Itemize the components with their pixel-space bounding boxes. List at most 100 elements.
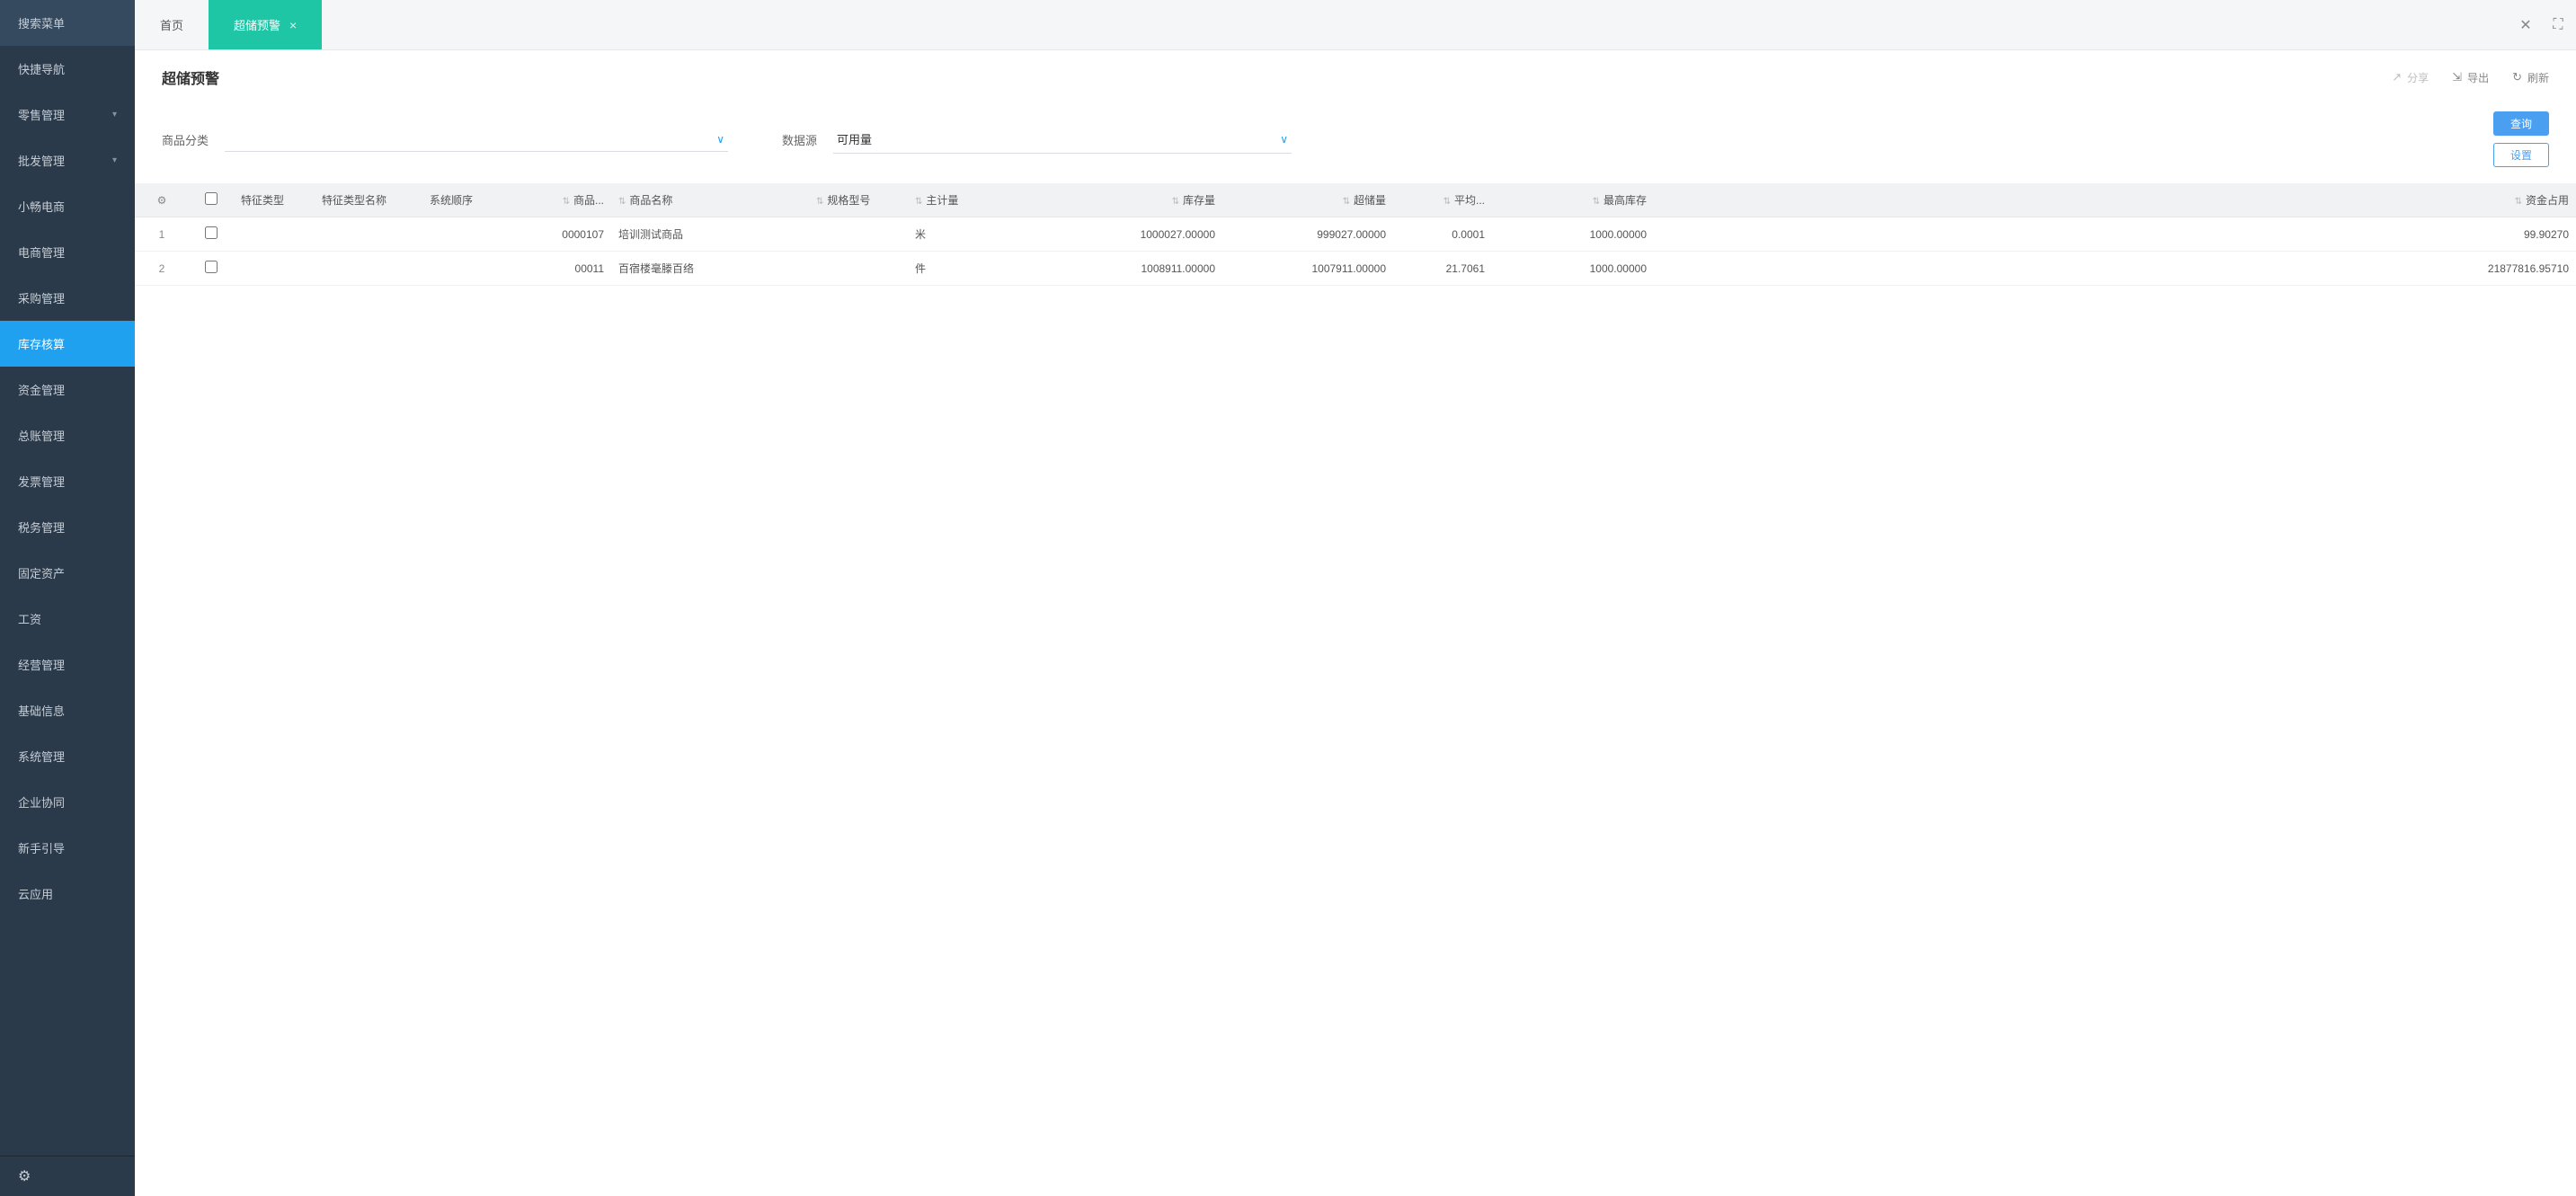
- cell-max: 1000.00000: [1492, 252, 1654, 286]
- sidebar-item-12[interactable]: 固定资产: [0, 550, 135, 596]
- tab-label: 超储预警: [234, 16, 280, 33]
- sidebar-item-17[interactable]: 企业协同: [0, 779, 135, 825]
- cell-over: 1007911.00000: [1222, 252, 1393, 286]
- table-settings-header[interactable]: ⚙: [135, 183, 189, 217]
- sidebar-item-18[interactable]: 新手引导: [0, 825, 135, 871]
- close-icon[interactable]: ×: [289, 18, 297, 32]
- col-sys-order[interactable]: 系统顺序: [422, 183, 512, 217]
- share-label: 分享: [2407, 70, 2429, 85]
- cell-code: 00011: [512, 252, 611, 286]
- sidebar-item-14[interactable]: 经营管理: [0, 642, 135, 687]
- row-checkbox[interactable]: [205, 226, 218, 239]
- gear-icon[interactable]: ⚙: [18, 1169, 31, 1184]
- sidebar-item-label: 税务管理: [18, 518, 65, 536]
- table-row: 200011百宿楼毫滕百络件1008911.000001007911.00000…: [135, 252, 2576, 286]
- sidebar-item-7[interactable]: 库存核算: [0, 321, 135, 367]
- col-unit[interactable]: 主计量: [908, 183, 1052, 217]
- col-over[interactable]: 超储量: [1222, 183, 1393, 217]
- export-action[interactable]: ⇲ 导出: [2452, 70, 2489, 85]
- sidebar-item-15[interactable]: 基础信息: [0, 687, 135, 733]
- sidebar-item-label: 工资: [18, 610, 41, 627]
- sidebar-item-16[interactable]: 系统管理: [0, 733, 135, 779]
- cell-capital: 21877816.95710: [1654, 252, 2576, 286]
- sidebar-item-1[interactable]: 快捷导航: [0, 46, 135, 92]
- source-value: 可用量: [837, 130, 872, 147]
- sidebar-item-9[interactable]: 总账管理: [0, 412, 135, 458]
- sidebar-item-label: 总账管理: [18, 427, 65, 444]
- col-max[interactable]: 最高库存: [1492, 183, 1654, 217]
- cell-trait-type: [234, 252, 315, 286]
- sidebar-item-label: 零售管理: [18, 106, 65, 123]
- sidebar-item-label: 采购管理: [18, 289, 65, 306]
- cell-code: 0000107: [512, 217, 611, 252]
- col-spec[interactable]: 规格型号: [809, 183, 908, 217]
- cell-spec: [809, 252, 908, 286]
- cell-stock: 1008911.00000: [1052, 252, 1222, 286]
- tab-0[interactable]: 首页: [135, 0, 209, 49]
- sidebar-item-13[interactable]: 工资: [0, 596, 135, 642]
- cell-capital: 99.90270: [1654, 217, 2576, 252]
- category-select[interactable]: ∨: [225, 128, 728, 152]
- col-trait-type[interactable]: 特征类型: [234, 183, 315, 217]
- sidebar-item-label: 资金管理: [18, 381, 65, 398]
- sidebar-footer: ⚙: [0, 1156, 135, 1196]
- tab-1[interactable]: 超储预警 ×: [209, 0, 322, 49]
- col-avg[interactable]: 平均...: [1393, 183, 1492, 217]
- sidebar-item-2[interactable]: 零售管理▾: [0, 92, 135, 137]
- settings-button[interactable]: 设置: [2493, 143, 2549, 167]
- expand-icon[interactable]: ⛶: [2542, 9, 2574, 41]
- chevron-down-icon: ∨: [716, 133, 724, 146]
- cell-trait-type: [234, 217, 315, 252]
- refresh-label: 刷新: [2527, 70, 2549, 85]
- cell-max: 1000.00000: [1492, 217, 1654, 252]
- sidebar-item-label: 快捷导航: [18, 60, 65, 77]
- row-checkbox[interactable]: [205, 261, 218, 273]
- sidebar-item-label: 经营管理: [18, 656, 65, 673]
- select-all-header[interactable]: [189, 183, 234, 217]
- sidebar-item-3[interactable]: 批发管理 ▾: [0, 137, 135, 183]
- sidebar-item-label: 小畅电商: [18, 198, 65, 215]
- data-table: ⚙ 特征类型 特征类型名称 系统顺序 商品... 商品名称 规格型号 主计量 库…: [135, 183, 2576, 286]
- cell-stock: 1000027.00000: [1052, 217, 1222, 252]
- tab-label: 首页: [160, 16, 183, 33]
- sidebar-item-10[interactable]: 发票管理: [0, 458, 135, 504]
- table-wrapper: ⚙ 特征类型 特征类型名称 系统顺序 商品... 商品名称 规格型号 主计量 库…: [135, 183, 2576, 1196]
- cell-sys-order: [422, 252, 512, 286]
- sidebar-item-11[interactable]: 税务管理: [0, 504, 135, 550]
- caret-down-icon: ▾: [112, 155, 117, 165]
- sidebar-item-19[interactable]: 云应用: [0, 871, 135, 917]
- cell-unit: 件: [908, 252, 1052, 286]
- sidebar-item-0[interactable]: 搜索菜单: [0, 0, 135, 46]
- col-name[interactable]: 商品名称: [611, 183, 809, 217]
- sidebar: 搜索菜单快捷导航零售管理▾ 批发管理 ▾ 小畅电商电商管理采购管理库存核算资金管理总账…: [0, 0, 135, 1196]
- cell-unit: 米: [908, 217, 1052, 252]
- table-row: 10000107培训测试商品米1000027.00000999027.00000…: [135, 217, 2576, 252]
- category-filter-label: 商品分类: [162, 131, 209, 148]
- export-label: 导出: [2467, 70, 2489, 85]
- sidebar-item-8[interactable]: 资金管理: [0, 367, 135, 412]
- sidebar-item-4[interactable]: 小畅电商: [0, 183, 135, 229]
- refresh-action[interactable]: ↻ 刷新: [2512, 70, 2549, 85]
- row-index: 2: [135, 252, 189, 286]
- content-header: 超储预警 ↗ 分享 ⇲ 导出 ↻ 刷新: [135, 50, 2576, 104]
- col-trait-name[interactable]: 特征类型名称: [315, 183, 422, 217]
- sidebar-item-6[interactable]: 采购管理: [0, 275, 135, 321]
- sidebar-item-label: 批发管理: [18, 152, 65, 169]
- source-filter-label: 数据源: [782, 131, 817, 148]
- col-capital[interactable]: 资金占用: [1654, 183, 2576, 217]
- close-all-tabs-icon[interactable]: ✕: [2509, 9, 2542, 41]
- col-stock[interactable]: 库存量: [1052, 183, 1222, 217]
- share-action[interactable]: ↗ 分享: [2392, 70, 2429, 85]
- select-all-checkbox[interactable]: [205, 192, 218, 205]
- sidebar-item-5[interactable]: 电商管理: [0, 229, 135, 275]
- sidebar-item-label: 基础信息: [18, 702, 65, 719]
- source-select[interactable]: 可用量 ∨: [833, 125, 1292, 154]
- col-code[interactable]: 商品...: [512, 183, 611, 217]
- cell-sys-order: [422, 217, 512, 252]
- sidebar-item-label: 电商管理: [18, 244, 65, 261]
- tabs-bar: 首页 超储预警 × ✕ ⛶: [135, 0, 2576, 50]
- cell-avg: 0.0001: [1393, 217, 1492, 252]
- cell-spec: [809, 217, 908, 252]
- sidebar-item-label: 企业协同: [18, 793, 65, 811]
- query-button[interactable]: 查询: [2493, 111, 2549, 136]
